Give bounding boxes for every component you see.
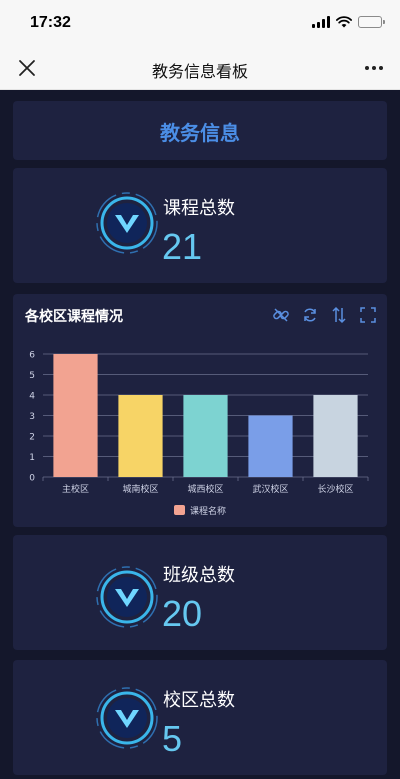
- y-tick-label: 4: [29, 392, 35, 402]
- legend-label: 课程名称: [190, 505, 226, 517]
- cellular-signal-icon: [312, 16, 330, 28]
- y-tick-label: 5: [29, 371, 35, 381]
- bar: [118, 395, 163, 477]
- dashboard: 教务信息 课程总数 21 各校区课程情况 0 1 2 3 4 5 6 主校区 城…: [0, 90, 400, 779]
- stat-label: 班级总数: [163, 565, 235, 586]
- more-options-icon[interactable]: [362, 57, 386, 79]
- stat-label: 课程总数: [163, 198, 235, 219]
- header-card: 教务信息: [13, 101, 387, 160]
- x-tick-label: 长沙校区: [317, 483, 353, 495]
- status-icons: [312, 15, 385, 29]
- status-bar: 17:32: [0, 0, 400, 46]
- y-tick-label: 3: [29, 412, 35, 422]
- battery-icon: [358, 16, 385, 28]
- chart-card: 各校区课程情况 0 1 2 3 4 5 6 主校区 城南校区 城西校区 武汉校区 长沙校区 课程名称: [13, 294, 387, 527]
- status-time: 17:32: [30, 14, 71, 31]
- legend-swatch: [174, 505, 185, 515]
- x-tick-label: 城西校区: [187, 483, 223, 495]
- bar: [183, 395, 228, 477]
- stat-label: 校区总数: [163, 690, 235, 711]
- wifi-icon: [336, 16, 352, 28]
- bar: [53, 354, 98, 477]
- x-tick-label: 城南校区: [122, 483, 158, 495]
- x-tick-label: 武汉校区: [252, 483, 288, 495]
- x-tick-label: 主校区: [62, 483, 89, 495]
- y-tick-label: 0: [29, 474, 35, 484]
- bar: [313, 395, 358, 477]
- y-tick-label: 6: [29, 351, 35, 361]
- stat-value: 5: [162, 718, 183, 759]
- stat-value: 20: [162, 593, 203, 634]
- y-tick-label: 1: [29, 453, 35, 463]
- stat-card-classes: 班级总数 20: [13, 535, 387, 650]
- bar-chart: 0 1 2 3 4 5 6 主校区 城南校区 城西校区 武汉校区 长沙校区课程名称: [29, 351, 369, 517]
- v-emblem-icon: [96, 566, 158, 628]
- stat-value: 21: [162, 226, 203, 267]
- v-emblem-icon: [96, 192, 158, 254]
- y-tick-label: 2: [29, 433, 35, 443]
- stat-card-campuses: 校区总数 5: [13, 660, 387, 775]
- stat-card-courses: 课程总数 21: [13, 168, 387, 283]
- nav-bar: 教务信息看板: [0, 46, 400, 90]
- page-title: 教务信息看板: [151, 64, 248, 81]
- dashboard-title: 教务信息: [160, 121, 240, 145]
- v-emblem-icon: [96, 687, 158, 749]
- bar: [248, 415, 293, 477]
